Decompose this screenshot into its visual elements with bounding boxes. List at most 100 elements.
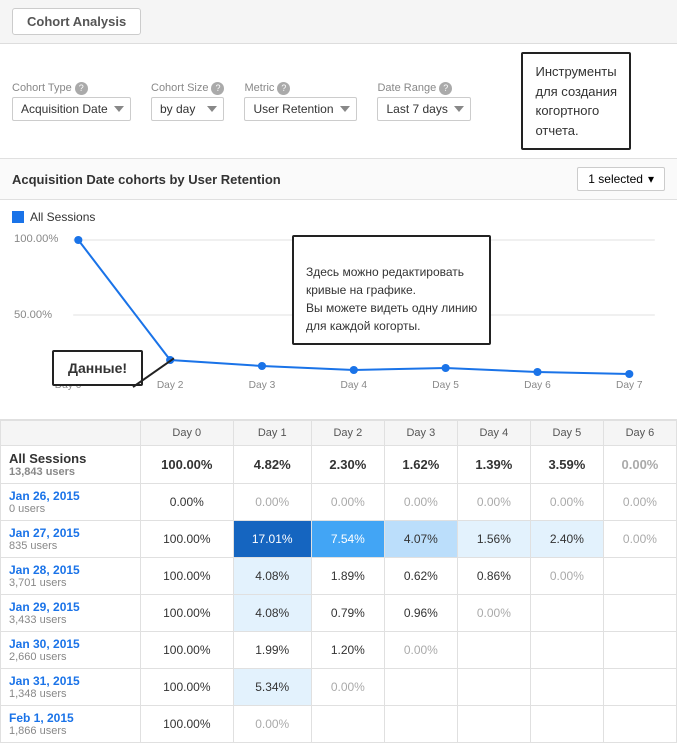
- chart-dot-day0: [74, 236, 82, 244]
- row-title: Jan 30, 2015: [9, 637, 132, 651]
- chart-legend: All Sessions: [12, 210, 665, 224]
- chevron-down-icon: ▾: [648, 172, 654, 186]
- cohort-type-group: Cohort Type ? Acquisition Date: [12, 82, 131, 121]
- row-sublabel: 3,433 users: [9, 614, 132, 626]
- table-cell: 0.00%: [384, 484, 457, 521]
- selected-button[interactable]: 1 selected ▾: [577, 167, 665, 191]
- svg-text:Day 4: Day 4: [340, 380, 367, 390]
- table-cell: 0.62%: [384, 558, 457, 595]
- chart-dot-day6: [533, 368, 541, 376]
- table-cell: 1.62%: [384, 446, 457, 484]
- metric-label: Metric ?: [244, 82, 357, 95]
- table-cell: 0.96%: [384, 595, 457, 632]
- row-label-cell: Jan 30, 20152,660 users: [1, 632, 141, 669]
- cohort-table: Day 0 Day 1 Day 2 Day 3 Day 4 Day 5 Day …: [0, 420, 677, 743]
- row-title: Jan 31, 2015: [9, 674, 132, 688]
- table-cell: 100.00%: [141, 446, 234, 484]
- svg-text:Day 2: Day 2: [157, 380, 184, 390]
- cohort-size-select[interactable]: by day: [151, 97, 224, 121]
- row-label-cell: Jan 26, 20150 users: [1, 484, 141, 521]
- table-cell: 1.20%: [311, 632, 384, 669]
- table-row: Jan 30, 20152,660 users100.00%1.99%1.20%…: [1, 632, 677, 669]
- table-cell: [530, 632, 603, 669]
- table-cell: 1.39%: [457, 446, 530, 484]
- table-cell: 0.00%: [233, 706, 311, 743]
- table-cell: 0.79%: [311, 595, 384, 632]
- chart-dot-day5: [442, 364, 450, 372]
- table-cell: 0.86%: [457, 558, 530, 595]
- table-cell: 0.00%: [233, 484, 311, 521]
- col-header-day2: Day 2: [311, 421, 384, 446]
- top-bar: Cohort Analysis: [0, 0, 677, 44]
- chart-svg-container: 100.00% 50.00% Day 0 Day 2 Day 3 Day 4 D…: [12, 230, 665, 400]
- table-cell: 17.01%: [233, 521, 311, 558]
- table-cell: [603, 558, 676, 595]
- table-cell: 3.59%: [530, 446, 603, 484]
- table-cell: [603, 595, 676, 632]
- table-cell: 100.00%: [141, 521, 234, 558]
- legend-color-swatch: [12, 211, 24, 223]
- table-cell: [457, 632, 530, 669]
- table-cell: 0.00%: [141, 484, 234, 521]
- controls-bar: Cohort Type ? Acquisition Date Cohort Si…: [0, 44, 677, 159]
- col-header-day3: Day 3: [384, 421, 457, 446]
- table-cell: 100.00%: [141, 595, 234, 632]
- row-sublabel: 2,660 users: [9, 651, 132, 663]
- table-cell: 0.00%: [603, 484, 676, 521]
- edit-curves-tooltip: Здесь можно редактировать кривые на граф…: [292, 235, 491, 345]
- row-sublabel: 1,348 users: [9, 688, 132, 700]
- date-range-select[interactable]: Last 7 days: [377, 97, 471, 121]
- metric-select[interactable]: User Retention: [244, 97, 357, 121]
- table-cell: [530, 595, 603, 632]
- table-cell: 2.40%: [530, 521, 603, 558]
- chart-dot-day7: [625, 370, 633, 378]
- chart-title: Acquisition Date cohorts by User Retenti…: [12, 172, 281, 187]
- row-sublabel: 13,843 users: [9, 466, 132, 478]
- cohort-type-help-icon[interactable]: ?: [75, 82, 88, 95]
- svg-text:Day 7: Day 7: [616, 380, 643, 390]
- table-cell: [384, 706, 457, 743]
- cohort-type-label: Cohort Type ?: [12, 82, 131, 95]
- data-tooltip: Данные!: [52, 350, 143, 386]
- cohort-size-help-icon[interactable]: ?: [211, 82, 224, 95]
- cohort-analysis-tab[interactable]: Cohort Analysis: [12, 8, 141, 35]
- cohort-size-label: Cohort Size ?: [151, 82, 224, 95]
- col-header-day5: Day 5: [530, 421, 603, 446]
- table-cell: [603, 632, 676, 669]
- svg-text:50.00%: 50.00%: [14, 309, 52, 321]
- table-cell: 100.00%: [141, 558, 234, 595]
- table-cell: 0.00%: [457, 484, 530, 521]
- date-range-group: Date Range ? Last 7 days: [377, 82, 471, 121]
- table-cell: 0.00%: [530, 558, 603, 595]
- chart-dot-day3: [258, 362, 266, 370]
- table-cell: [603, 706, 676, 743]
- svg-text:100.00%: 100.00%: [14, 233, 58, 245]
- svg-text:Day 3: Day 3: [249, 380, 276, 390]
- table-header-row: Day 0 Day 1 Day 2 Day 3 Day 4 Day 5 Day …: [1, 421, 677, 446]
- chart-header: Acquisition Date cohorts by User Retenti…: [0, 159, 677, 200]
- row-label-cell: All Sessions13,843 users: [1, 446, 141, 484]
- row-title: Jan 28, 2015: [9, 563, 132, 577]
- chart-dot-day4: [350, 366, 358, 374]
- table-cell: 0.00%: [603, 521, 676, 558]
- table-cell: [311, 706, 384, 743]
- cohort-type-select[interactable]: Acquisition Date: [12, 97, 131, 121]
- table-cell: 4.07%: [384, 521, 457, 558]
- table-cell: 0.00%: [311, 484, 384, 521]
- legend-label: All Sessions: [30, 210, 95, 224]
- table-cell: 0.00%: [457, 595, 530, 632]
- table-row: Feb 1, 20151,866 users 100.00%0.00%: [1, 706, 677, 743]
- row-sublabel: 3,701 users: [9, 577, 132, 589]
- date-range-help-icon[interactable]: ?: [439, 82, 452, 95]
- table-cell: 7.54%: [311, 521, 384, 558]
- col-header-label: [1, 421, 141, 446]
- tools-tooltip: Инструменты для создания когортного отче…: [521, 52, 631, 150]
- row-title: Feb 1, 2015: [9, 711, 132, 725]
- table-cell: [530, 706, 603, 743]
- table-cell: 0.00%: [530, 484, 603, 521]
- cohort-size-group: Cohort Size ? by day: [151, 82, 224, 121]
- table-cell: 100.00%: [141, 706, 234, 743]
- svg-text:Day 6: Day 6: [524, 380, 551, 390]
- metric-help-icon[interactable]: ?: [277, 82, 290, 95]
- row-sublabel: 1,866 users: [9, 725, 132, 737]
